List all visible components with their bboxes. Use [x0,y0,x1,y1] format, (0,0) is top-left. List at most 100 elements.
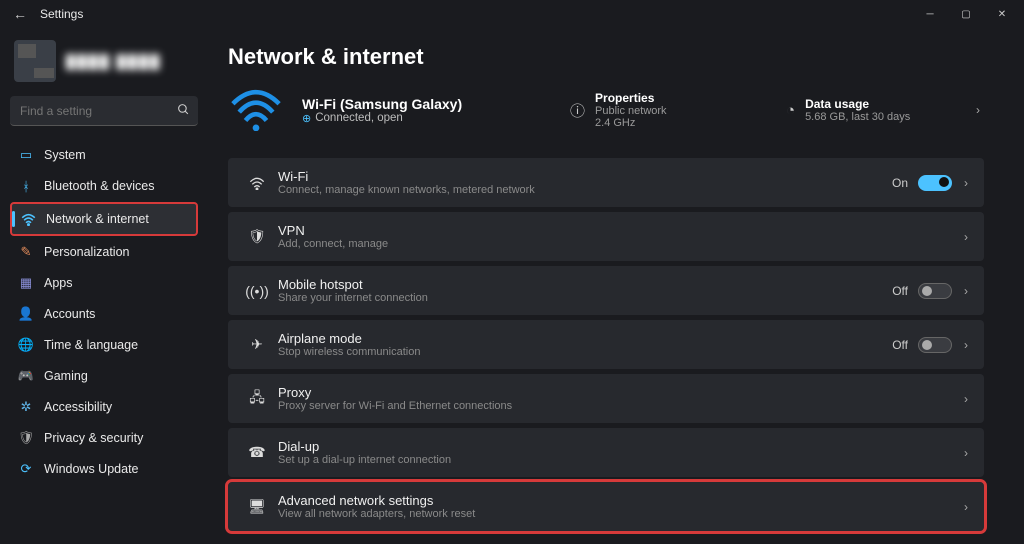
maximize-button[interactable]: ▢ [948,0,984,28]
card-advanced[interactable]: 🖥 Advanced network settingsView all netw… [228,482,984,531]
page-title: Network & internet [228,44,984,70]
hotspot-toggle[interactable] [918,283,952,299]
sidebar-item-update[interactable]: ⟳ Windows Update [10,454,198,484]
sidebar-item-label: Apps [44,276,73,290]
secure-icon: ⊕ [302,112,311,125]
search-icon [177,103,190,116]
sidebar-item-label: Gaming [44,369,88,383]
hotspot-icon: ((•)) [244,283,270,299]
card-title: Airplane mode [278,331,892,346]
usage-title: Data usage [805,97,910,111]
nav: ▭ System ᚼ Bluetooth & devices Network & i… [10,140,198,484]
sidebar-item-system[interactable]: ▭ System [10,140,198,170]
sidebar-item-gaming[interactable]: 🎮 Gaming [10,361,198,391]
time-icon: 🌐 [18,337,34,353]
card-sub: Add, connect, manage [278,238,964,250]
sidebar-item-label: Windows Update [44,462,139,476]
card-dialup[interactable]: ☎ Dial-upSet up a dial-up internet conne… [228,428,984,477]
proxy-icon: 🖧 [244,387,270,411]
sidebar-item-time[interactable]: 🌐 Time & language [10,330,198,360]
airplane-icon: ✈ [244,336,270,353]
properties-sub: Public network 2.4 GHz [595,105,667,129]
card-title: Advanced network settings [278,493,964,508]
vpn-icon: 🛡 [244,228,270,245]
sidebar-item-personalization[interactable]: ✎ Personalization [10,237,198,267]
card-status: On [892,176,908,190]
chevron-right-icon: › [964,284,968,298]
card-sub: Proxy server for Wi-Fi and Ethernet conn… [278,400,964,412]
search [10,96,198,126]
minimize-button[interactable]: ─ [912,0,948,28]
chevron-right-icon: › [964,338,968,352]
card-airplane[interactable]: ✈ Airplane modeStop wireless communicati… [228,320,984,369]
sidebar-item-label: Privacy & security [44,431,143,445]
chevron-right-icon: › [964,500,968,514]
search-input[interactable] [10,96,198,126]
chevron-right-icon: › [964,176,968,190]
bluetooth-icon: ᚼ [18,178,34,194]
apps-icon: ▦ [18,275,34,291]
chevron-right-icon: › [964,446,968,460]
privacy-icon: 🛡 [18,430,34,446]
sidebar: ████ ████ ▭ System ᚼ Bluetooth & devices N… [0,28,208,544]
usage-icon: ◔ [786,102,795,119]
wifi-toggle[interactable] [918,175,952,191]
sidebar-item-privacy[interactable]: 🛡 Privacy & security [10,423,198,453]
settings-list: Wi-FiConnect, manage known networks, met… [228,158,984,531]
sidebar-item-network[interactable]: Network & internet [10,202,198,236]
sidebar-item-label: Personalization [44,245,129,259]
card-vpn[interactable]: 🛡 VPNAdd, connect, manage › [228,212,984,261]
dialup-icon: ☎ [244,444,270,461]
card-wifi[interactable]: Wi-FiConnect, manage known networks, met… [228,158,984,207]
card-status: Off [892,338,908,352]
card-title: Dial-up [278,439,964,454]
card-sub: View all network adapters, network reset [278,508,964,520]
sidebar-item-accessibility[interactable]: ✲Accessibility [10,392,198,422]
wifi-icon [244,176,270,190]
sidebar-item-label: Accounts [44,307,95,321]
accounts-icon: 👤 [18,306,34,322]
card-status: Off [892,284,908,298]
sidebar-item-label: Accessibility [44,400,112,414]
avatar [14,40,56,82]
profile-name: ████ ████ [66,54,161,69]
card-title: Wi-Fi [278,169,892,184]
sidebar-item-bluetooth[interactable]: ᚼ Bluetooth & devices [10,171,198,201]
sidebar-item-label: Network & internet [46,212,149,226]
card-sub: Share your internet connection [278,292,892,304]
profile[interactable]: ████ ████ [14,40,198,82]
sidebar-item-accounts[interactable]: 👤 Accounts [10,299,198,329]
titlebar: ← Settings ─ ▢ ✕ [0,0,1024,28]
wifi-icon [20,211,36,227]
card-sub: Stop wireless communication [278,346,892,358]
close-button[interactable]: ✕ [984,0,1020,28]
sidebar-item-label: Bluetooth & devices [44,179,155,193]
sidebar-item-label: System [44,148,86,162]
card-title: Mobile hotspot [278,277,892,292]
chevron-right-icon: › [964,230,968,244]
personalization-icon: ✎ [18,244,34,260]
card-title: VPN [278,223,964,238]
system-icon: ▭ [18,147,34,163]
window-title: Settings [40,7,83,21]
info-icon: ⓘ [570,100,585,121]
airplane-toggle[interactable] [918,337,952,353]
properties-title: Properties [595,91,667,105]
usage-sub: 5.68 GB, last 30 days [805,111,910,123]
card-proxy[interactable]: 🖧 ProxyProxy server for Wi-Fi and Ethern… [228,374,984,423]
update-icon: ⟳ [18,461,34,477]
wifi-large-icon [228,88,284,132]
data-usage-link[interactable]: ◔ Data usage 5.68 GB, last 30 days › [786,97,984,123]
connection-name: Wi-Fi (Samsung Galaxy) [302,96,552,112]
connection-hero: Wi-Fi (Samsung Galaxy) ⊕Connected, open … [228,88,984,132]
chevron-right-icon: › [964,392,968,406]
sidebar-item-apps[interactable]: ▦ Apps [10,268,198,298]
gaming-icon: 🎮 [18,368,34,384]
card-title: Proxy [278,385,964,400]
sidebar-item-label: Time & language [44,338,138,352]
back-button[interactable]: ← [4,6,36,22]
properties-link[interactable]: ⓘ Properties Public network 2.4 GHz [570,91,768,129]
connection-status: Connected, open [315,112,403,124]
card-hotspot[interactable]: ((•)) Mobile hotspotShare your internet … [228,266,984,315]
card-sub: Connect, manage known networks, metered … [278,184,892,196]
